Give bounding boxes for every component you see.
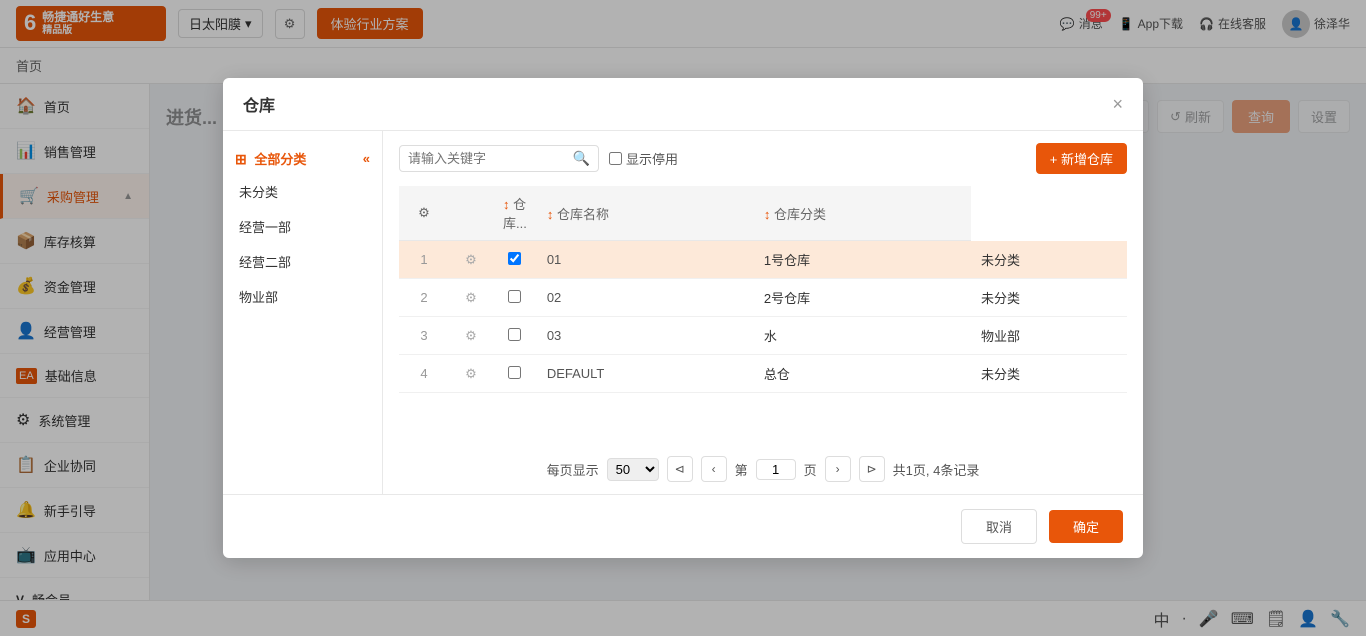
row-checkbox-cell[interactable] (493, 355, 537, 393)
modal-category-property[interactable]: 物业部 (223, 279, 382, 314)
row-checkbox-cell[interactable] (493, 317, 537, 355)
modal-title: 仓库 (243, 92, 275, 116)
row-gear-cell[interactable]: ⚙ (449, 317, 493, 355)
per-page-select-container: 50 10 20 100 (607, 458, 659, 481)
warehouse-modal: 仓库 × ⊞ 全部分类 « 未分类 经营一部 经营二部 物业部 (223, 78, 1143, 558)
modal-close-button[interactable]: × (1112, 94, 1123, 115)
row-category: 未分类 (971, 279, 1127, 317)
row-checkbox[interactable] (508, 366, 521, 379)
table-row[interactable]: 4 ⚙ DEFAULT 总仓 未分类 (399, 355, 1127, 393)
next-page-button[interactable]: › (825, 456, 851, 482)
row-code: 01 (537, 241, 754, 279)
table-row[interactable]: 2 ⚙ 02 2号仓库 未分类 (399, 279, 1127, 317)
row-name: 总仓 (754, 355, 971, 393)
modal-category-unclassified[interactable]: 未分类 (223, 174, 382, 209)
row-index: 3 (399, 317, 449, 355)
pagination-bar: 每页显示 50 10 20 100 ⊲ ‹ 第 页 › ⊳ 共1页, 4条记录 (399, 444, 1127, 482)
search-input[interactable] (408, 151, 567, 166)
row-index: 2 (399, 279, 449, 317)
modal-header: 仓库 × (223, 78, 1143, 131)
modal-sidebar-header[interactable]: ⊞ 全部分类 « (223, 143, 382, 174)
table-header-category: ↕ 仓库分类 (754, 186, 971, 241)
cancel-button[interactable]: 取消 (961, 509, 1037, 544)
per-page-label: 每页显示 (547, 460, 599, 479)
row-name: 水 (754, 317, 971, 355)
first-page-button[interactable]: ⊲ (667, 456, 693, 482)
modal-footer: 取消 确定 (223, 494, 1143, 558)
row-category: 未分类 (971, 355, 1127, 393)
modal-body: ⊞ 全部分类 « 未分类 经营一部 经营二部 物业部 🔍 显示停用 (223, 131, 1143, 494)
all-category-label: 全部分类 (254, 152, 306, 167)
show-disabled-text: 显示停用 (626, 149, 678, 168)
gear-icon: ⚙ (418, 205, 430, 220)
row-code: 02 (537, 279, 754, 317)
sort-icon: ↕ (547, 207, 554, 222)
row-checkbox-cell[interactable] (493, 241, 537, 279)
table-header-name: ↕ 仓库名称 (537, 186, 754, 241)
table-row[interactable]: 1 ⚙ 01 1号仓库 未分类 (399, 241, 1127, 279)
modal-category-ops2[interactable]: 经营二部 (223, 244, 382, 279)
row-code: 03 (537, 317, 754, 355)
row-name: 2号仓库 (754, 279, 971, 317)
row-checkbox[interactable] (508, 290, 521, 303)
modal-toolbar: 🔍 显示停用 + 新增仓库 (399, 143, 1127, 174)
row-index: 4 (399, 355, 449, 393)
show-disabled-checkbox[interactable] (609, 152, 622, 165)
row-checkbox[interactable] (508, 252, 521, 265)
page-label: 第 (735, 460, 748, 479)
table-header-code: ↕ 仓库... (493, 186, 537, 241)
page-number-input[interactable] (756, 459, 796, 480)
table-header-checkbox (449, 186, 493, 241)
search-box[interactable]: 🔍 (399, 145, 599, 172)
pagination-summary: 共1页, 4条记录 (893, 460, 980, 479)
row-gear-cell[interactable]: ⚙ (449, 355, 493, 393)
table-header-gear: ⚙ (399, 186, 449, 241)
modal-main: 🔍 显示停用 + 新增仓库 ⚙ ↕ (383, 131, 1143, 494)
confirm-button[interactable]: 确定 (1049, 510, 1123, 543)
modal-category-ops1[interactable]: 经营一部 (223, 209, 382, 244)
add-warehouse-button[interactable]: + 新增仓库 (1036, 143, 1127, 174)
row-checkbox-cell[interactable] (493, 279, 537, 317)
modal-sidebar: ⊞ 全部分类 « 未分类 经营一部 经营二部 物业部 (223, 131, 383, 494)
show-disabled-label[interactable]: 显示停用 (609, 149, 678, 168)
row-checkbox[interactable] (508, 328, 521, 341)
row-index: 1 (399, 241, 449, 279)
grid-icon: ⊞ (235, 151, 247, 167)
row-category: 物业部 (971, 317, 1127, 355)
row-gear-cell[interactable]: ⚙ (449, 279, 493, 317)
last-page-button[interactable]: ⊳ (859, 456, 885, 482)
sort-icon: ↕ (503, 197, 510, 212)
collapse-icon[interactable]: « (363, 151, 370, 166)
row-code: DEFAULT (537, 355, 754, 393)
warehouse-table: ⚙ ↕ 仓库... ↕ 仓库名称 ↕ 仓库分类 (399, 186, 1127, 393)
row-name: 1号仓库 (754, 241, 971, 279)
table-row[interactable]: 3 ⚙ 03 水 物业部 (399, 317, 1127, 355)
sort-icon: ↕ (764, 207, 771, 222)
search-icon[interactable]: 🔍 (573, 150, 590, 167)
prev-page-button[interactable]: ‹ (701, 456, 727, 482)
page-suffix: 页 (804, 460, 817, 479)
per-page-select[interactable]: 50 10 20 100 (607, 458, 659, 481)
row-gear-cell[interactable]: ⚙ (449, 241, 493, 279)
row-category: 未分类 (971, 241, 1127, 279)
